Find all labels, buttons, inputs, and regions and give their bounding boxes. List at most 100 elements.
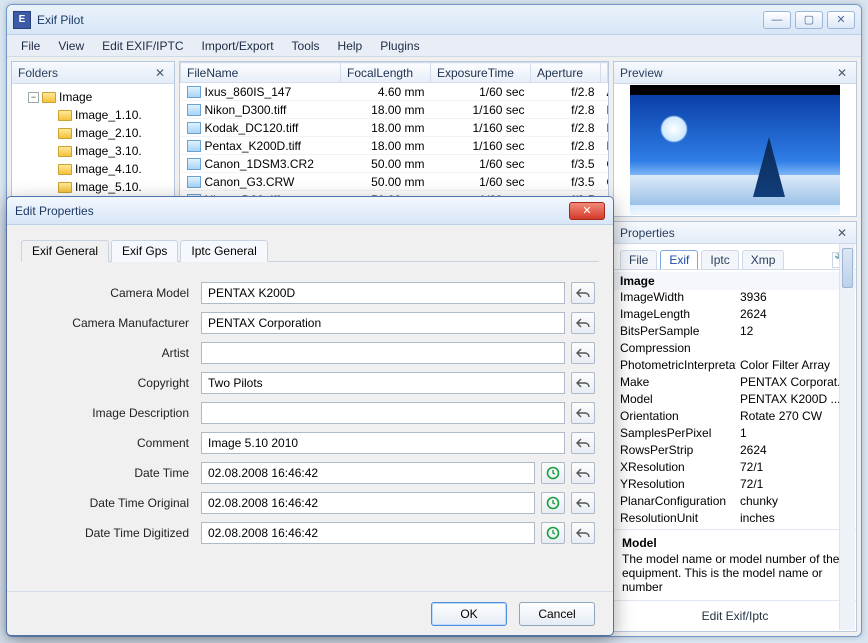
property-row[interactable]: PhotometricInterpretatioColor Filter Arr…: [614, 358, 856, 375]
table-row[interactable]: Pentax_K200D.tiff18.00 mm1/160 secf/2.8N…: [181, 137, 608, 155]
form-row: Date Time: [25, 458, 595, 488]
tree-item[interactable]: Image_3.10.: [14, 142, 172, 160]
dialog-titlebar[interactable]: Edit Properties ✕: [7, 197, 613, 225]
field-label: Date Time: [25, 466, 195, 480]
tree-root: − Image: [14, 88, 172, 106]
tree-item[interactable]: Image_1.10.: [14, 106, 172, 124]
cell-aperture: f/2.8: [531, 137, 601, 155]
tab-xmp[interactable]: Xmp: [742, 250, 785, 269]
cancel-button[interactable]: Cancel: [519, 602, 595, 626]
field-input[interactable]: [201, 312, 565, 334]
property-row[interactable]: RowsPerStrip2624: [614, 443, 856, 460]
property-value: 2624: [740, 307, 850, 324]
property-row[interactable]: Compression: [614, 341, 856, 358]
property-row[interactable]: ImageLength2624: [614, 307, 856, 324]
property-row[interactable]: OrientationRotate 270 CW: [614, 409, 856, 426]
property-value: Color Filter Array: [740, 358, 850, 375]
preview-panel: Preview ✕: [613, 61, 857, 217]
datetime-picker-button[interactable]: [541, 462, 565, 484]
field-input[interactable]: [201, 372, 565, 394]
field-input[interactable]: [201, 432, 565, 454]
field-input[interactable]: [201, 462, 535, 484]
property-row[interactable]: XResolution72/1: [614, 460, 856, 477]
col-focallength[interactable]: FocalLength: [341, 63, 431, 83]
property-value: chunky: [740, 494, 850, 511]
ok-button[interactable]: OK: [431, 602, 507, 626]
field-input[interactable]: [201, 402, 565, 424]
menu-help[interactable]: Help: [330, 37, 371, 55]
tree-root-label[interactable]: Image: [59, 90, 92, 104]
menu-view[interactable]: View: [50, 37, 92, 55]
menu-file[interactable]: File: [13, 37, 48, 55]
revert-button[interactable]: [571, 402, 595, 424]
preview-close-icon[interactable]: ✕: [834, 66, 850, 80]
folder-icon: [42, 92, 56, 103]
datetime-picker-button[interactable]: [541, 492, 565, 514]
property-list[interactable]: Image ImageWidth3936ImageLength2624BitsP…: [614, 269, 856, 529]
property-row[interactable]: ModelPENTAX K200D ...: [614, 392, 856, 409]
table-row[interactable]: Kodak_DC120.tiff18.00 mm1/160 secf/2.8No…: [181, 119, 608, 137]
property-key: BitsPerSample: [620, 324, 736, 341]
close-button[interactable]: ✕: [827, 11, 855, 29]
field-input[interactable]: [201, 282, 565, 304]
menu-import-export[interactable]: Import/Export: [194, 37, 282, 55]
revert-button[interactable]: [571, 342, 595, 364]
edit-exif-iptc-button[interactable]: Edit Exif/Iptc: [692, 607, 779, 625]
dialog-close-button[interactable]: ✕: [569, 202, 605, 220]
col-aperture[interactable]: Aperture: [531, 63, 601, 83]
properties-close-icon[interactable]: ✕: [834, 226, 850, 240]
cell-filename: Nikon_D300.tiff: [181, 101, 341, 119]
properties-scrollbar[interactable]: [839, 244, 855, 630]
tree-item[interactable]: Image_4.10.: [14, 160, 172, 178]
cell-exposuretime: 1/60 sec: [431, 83, 531, 101]
menu-plugins[interactable]: Plugins: [372, 37, 427, 55]
col-exposuretime[interactable]: ExposureTime: [431, 63, 531, 83]
revert-button[interactable]: [571, 432, 595, 454]
folders-close-icon[interactable]: ✕: [152, 66, 168, 80]
tab-exif-general[interactable]: Exif General: [21, 240, 109, 262]
tree-item[interactable]: Image_5.10.: [14, 178, 172, 196]
tab-iptc[interactable]: Iptc: [701, 250, 738, 269]
folder-icon: [58, 146, 72, 157]
tab-exif-gps[interactable]: Exif Gps: [111, 240, 178, 262]
property-row[interactable]: ResolutionUnitinches: [614, 511, 856, 528]
tab-file[interactable]: File: [620, 250, 657, 269]
table-row[interactable]: Canon_G3.CRW50.00 mm1/60 secf/3.5On, R: [181, 173, 608, 191]
table-row[interactable]: Nikon_D300.tiff18.00 mm1/160 secf/2.8No …: [181, 101, 608, 119]
property-row[interactable]: ImageWidth3936: [614, 290, 856, 307]
minimize-button[interactable]: —: [763, 11, 791, 29]
property-row[interactable]: MakePENTAX Corporat...: [614, 375, 856, 392]
collapse-icon[interactable]: −: [28, 92, 39, 103]
property-row[interactable]: SoftwareK200D Ver 1.00 ...: [614, 528, 856, 529]
menu-tools[interactable]: Tools: [284, 37, 328, 55]
revert-button[interactable]: [571, 522, 595, 544]
table-row[interactable]: Ixus_860IS_1474.60 mm1/60 secf/2.8Auto,: [181, 83, 608, 101]
field-input[interactable]: [201, 342, 565, 364]
property-row[interactable]: YResolution72/1: [614, 477, 856, 494]
tree-item-label: Image_4.10.: [75, 162, 142, 176]
titlebar[interactable]: E Exif Pilot — ▢ ✕: [7, 5, 861, 35]
maximize-button[interactable]: ▢: [795, 11, 823, 29]
revert-button[interactable]: [571, 372, 595, 394]
tree-item[interactable]: Image_2.10.: [14, 124, 172, 142]
revert-button[interactable]: [571, 462, 595, 484]
col-filename[interactable]: FileName: [181, 63, 341, 83]
property-row[interactable]: BitsPerSample12: [614, 324, 856, 341]
tree-item-label: Image_2.10.: [75, 126, 142, 140]
revert-button[interactable]: [571, 492, 595, 514]
field-input[interactable]: [201, 522, 535, 544]
property-row[interactable]: SamplesPerPixel1: [614, 426, 856, 443]
cell-focallength: 18.00 mm: [341, 137, 431, 155]
tab-exif[interactable]: Exif: [660, 250, 698, 269]
table-row[interactable]: Canon_1DSM3.CR250.00 mm1/60 secf/3.5On, …: [181, 155, 608, 173]
datetime-picker-button[interactable]: [541, 522, 565, 544]
tab-iptc-general[interactable]: Iptc General: [180, 240, 267, 262]
revert-button[interactable]: [571, 282, 595, 304]
field-input[interactable]: [201, 492, 535, 514]
revert-button[interactable]: [571, 312, 595, 334]
cell-exposuretime: 1/160 sec: [431, 101, 531, 119]
menu-edit-exif-iptc[interactable]: Edit EXIF/IPTC: [94, 37, 191, 55]
preview-title: Preview: [620, 66, 834, 80]
property-row[interactable]: PlanarConfigurationchunky: [614, 494, 856, 511]
col-flash[interactable]: Flash: [601, 63, 608, 83]
